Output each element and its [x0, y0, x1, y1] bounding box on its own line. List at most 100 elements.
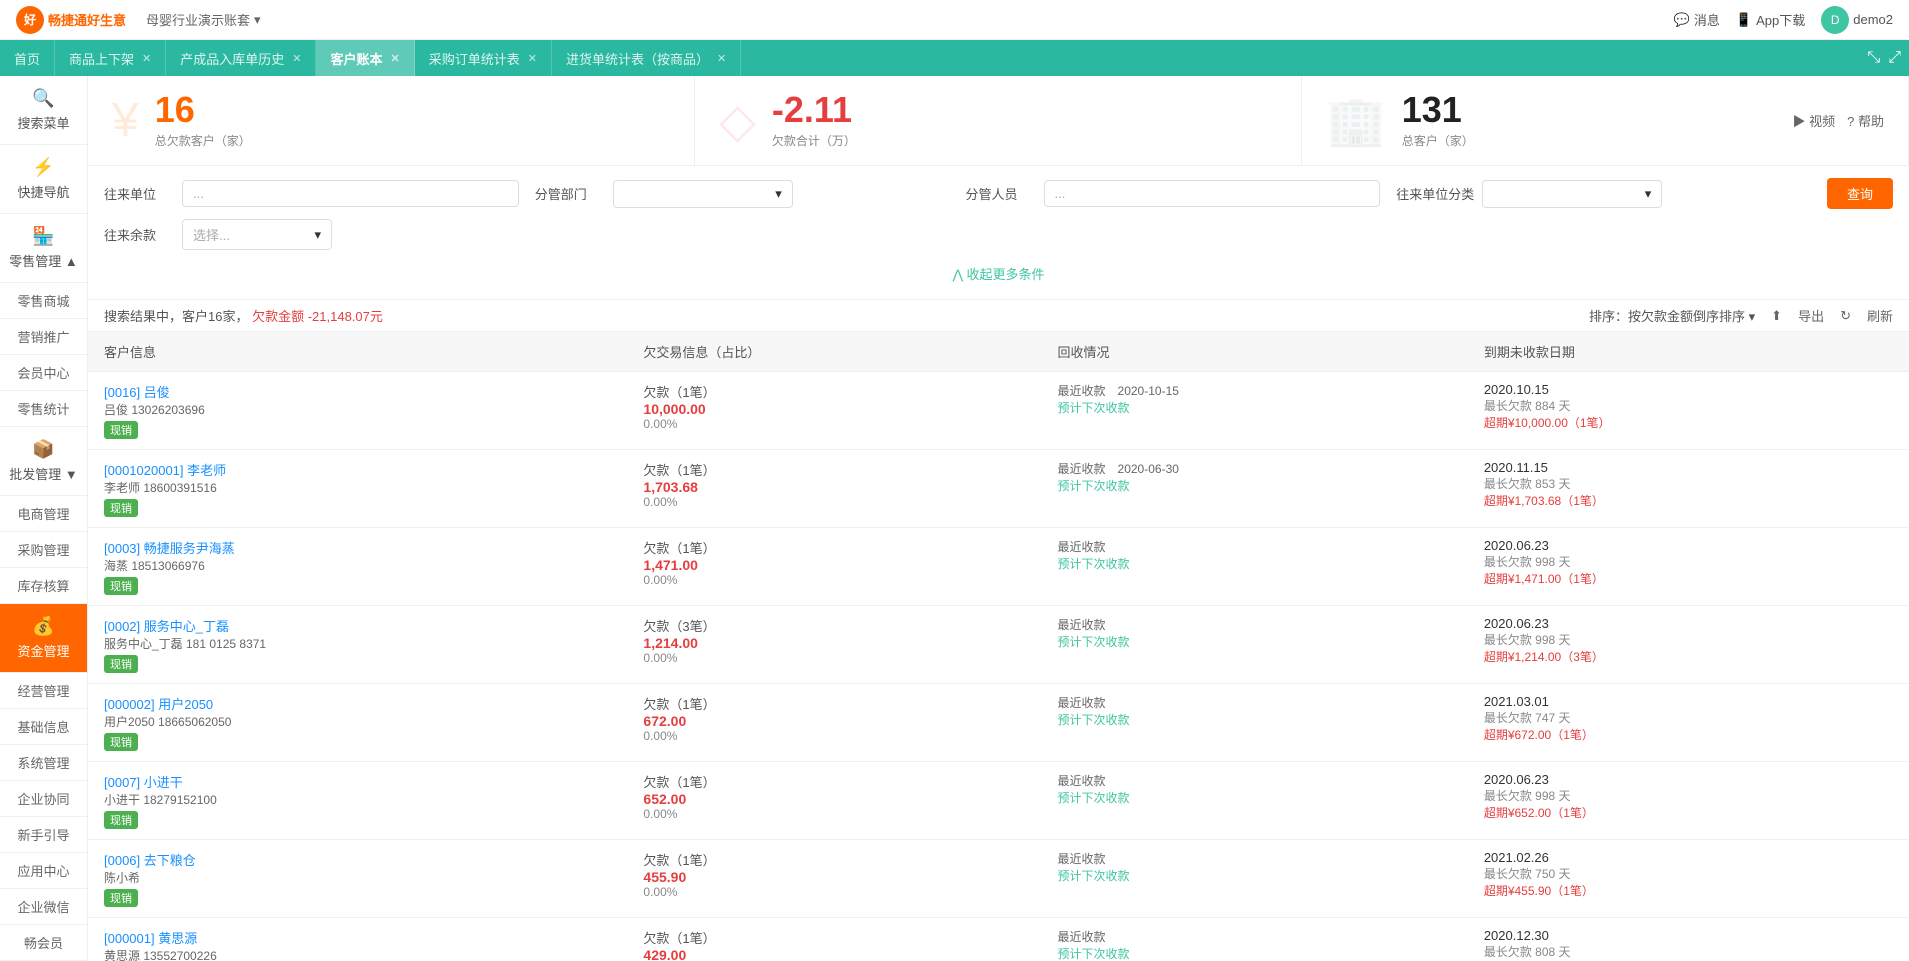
help-btn[interactable]: ? 帮助	[1847, 111, 1884, 130]
collect-status-cell-1: 最近收款 2020-06-30 预计下次收款	[1042, 450, 1468, 528]
sidebar-item-new-guide[interactable]: 新手引导	[0, 817, 87, 853]
overdue-amount-5[interactable]: 超期¥652.00（1笔）	[1484, 804, 1893, 821]
stat-debt-amount: ◇ -2.11 欠款合计（万）	[695, 76, 1302, 165]
table-container: 客户信息 欠交易信息（占比） 回收情况 到期未收款日期 [0016] 吕俊 吕俊…	[88, 332, 1909, 961]
customer-name-4[interactable]: 用户2050	[158, 697, 213, 712]
user-item[interactable]: D demo2	[1821, 6, 1893, 34]
sidebar-ecom-label: 电商管理	[17, 507, 69, 522]
person-placeholder: ...	[1055, 186, 1066, 201]
overdue-amount-3[interactable]: 超期¥1,214.00（3笔）	[1484, 648, 1893, 665]
video-btn[interactable]: ▶ 视频	[1793, 111, 1836, 130]
username: demo2	[1853, 12, 1893, 27]
sidebar-item-member[interactable]: 会员中心	[0, 355, 87, 391]
export-btn[interactable]: 导出	[1798, 306, 1824, 325]
sidebar-enterprise-wx-label: 企业微信	[17, 900, 69, 915]
customer-name-7[interactable]: 黄思源	[158, 931, 197, 946]
sidebar-item-retail-store[interactable]: 零售商城	[0, 283, 87, 319]
person-label: 分管人员	[966, 184, 1036, 203]
sort-label: 排序：按欠款金额倒序排序	[1589, 309, 1745, 324]
sort-select[interactable]: 排序：按欠款金额倒序排序 ▾	[1589, 306, 1755, 325]
from-unit-input[interactable]: ...	[182, 180, 519, 207]
sidebar-item-retail-stats[interactable]: 零售统计	[0, 391, 87, 427]
batch-mgmt-icon: 📦	[32, 439, 54, 460]
customer-tag-1: 现销	[104, 499, 138, 517]
tab-product-history-close[interactable]: ✕	[292, 52, 301, 65]
unit-category-select[interactable]: ▾	[1482, 180, 1662, 208]
sidebar-item-enterprise-wx[interactable]: 企业微信	[0, 889, 87, 925]
sidebar-item-marketing[interactable]: 营销推广	[0, 319, 87, 355]
debt-amount-4[interactable]: 672.00	[643, 713, 1025, 729]
customer-name-6[interactable]: 去下粮仓	[144, 853, 196, 868]
message-item[interactable]: 💬 消息	[1674, 10, 1720, 29]
collect-status-cell-4: 最近收款 预计下次收款	[1042, 684, 1468, 762]
sidebar-item-system[interactable]: 系统管理	[0, 745, 87, 781]
sidebar-item-purchase[interactable]: 采购管理	[0, 532, 87, 568]
table-row: [0016] 吕俊 吕俊 13026203696 现销 欠款（1笔） 10,00…	[88, 372, 1909, 450]
overdue-amount-4[interactable]: 超期¥672.00（1笔）	[1484, 726, 1893, 743]
tab-product-history[interactable]: 产成品入库单历史 ✕	[166, 40, 316, 76]
customer-name-2[interactable]: 畅捷服务尹海蒸	[144, 541, 235, 556]
customer-name-3[interactable]: 服务中心_丁磊	[144, 619, 229, 634]
remaining-select[interactable]: 选择... ▾	[182, 219, 332, 250]
customer-id-3: [0002]	[104, 619, 140, 634]
refresh-icon: ↻	[1840, 308, 1851, 324]
debt-amount-6[interactable]: 455.90	[643, 869, 1025, 885]
logo[interactable]: 好 畅捷通好生意	[16, 6, 126, 34]
debt-info-cell-6: 欠款（1笔） 455.90 0.00%	[627, 840, 1041, 918]
tab-purchase-stats[interactable]: 进货单统计表（按商品） ✕	[552, 40, 741, 76]
sidebar-app-center-label: 应用中心	[17, 864, 69, 879]
tab-product-shelf[interactable]: 商品上下架 ✕	[55, 40, 166, 76]
tab-purchase-order[interactable]: 采购订单统计表 ✕	[415, 40, 552, 76]
overdue-amount-2[interactable]: 超期¥1,471.00（1笔）	[1484, 570, 1893, 587]
customer-contact-5: 小进干 18279152100	[104, 791, 611, 808]
collect-status-cell-7: 最近收款 预计下次收款	[1042, 918, 1468, 961]
tab-product-shelf-close[interactable]: ✕	[142, 52, 151, 65]
sidebar-item-enterprise[interactable]: 企业协同	[0, 781, 87, 817]
overdue-amount-1[interactable]: 超期¥1,703.68（1笔）	[1484, 492, 1893, 509]
debt-amount-3[interactable]: 1,214.00	[643, 635, 1025, 651]
remaining-filter: 往来余款 选择... ▾	[104, 219, 1893, 250]
tab-minimize-icon[interactable]: ⤡	[1867, 49, 1880, 67]
sidebar-item-app-center[interactable]: 应用中心	[0, 853, 87, 889]
sidebar-item-retail-mgmt[interactable]: 🏪 零售管理 ▲	[0, 214, 87, 283]
overdue-date-0: 2020.10.15	[1484, 382, 1893, 397]
debt-customers-number: 16	[155, 92, 251, 128]
sidebar-item-search[interactable]: 🔍 搜索菜单	[0, 76, 87, 145]
debt-amount-0[interactable]: 10,000.00	[643, 401, 1025, 417]
content-area: ¥ 16 总欠款客户（家） ◇ -2.11 欠款合计（万） 🏢 131 总客户（…	[88, 76, 1909, 961]
sidebar-item-capital[interactable]: 💰 资金管理	[0, 604, 87, 673]
store-selector[interactable]: 母婴行业演示账套 ▾	[146, 10, 261, 29]
debt-amount-7[interactable]: 429.00	[643, 947, 1025, 961]
tab-customer-account[interactable]: 客户账本 ✕	[316, 40, 414, 76]
sidebar-item-vip[interactable]: 畅会员	[0, 925, 87, 961]
refresh-btn[interactable]: 刷新	[1867, 306, 1893, 325]
overdue-amount-0[interactable]: 超期¥10,000.00（1笔）	[1484, 414, 1893, 431]
debt-amount-5[interactable]: 652.00	[643, 791, 1025, 807]
tab-maximize-icon[interactable]: ⤢	[1888, 49, 1901, 67]
overdue-days-6: 最长欠款 750 天	[1484, 865, 1893, 882]
sidebar-item-quick-nav[interactable]: ⚡ 快捷导航	[0, 145, 87, 214]
sidebar-item-basic[interactable]: 基础信息	[0, 709, 87, 745]
sidebar-item-batch-mgmt[interactable]: 📦 批发管理 ▼	[0, 427, 87, 496]
tab-purchase-stats-close[interactable]: ✕	[717, 52, 726, 65]
sidebar-item-ecom[interactable]: 电商管理	[0, 496, 87, 532]
debt-amount-2[interactable]: 1,471.00	[643, 557, 1025, 573]
overdue-days-5: 最长欠款 998 天	[1484, 787, 1893, 804]
debt-amount-icon: ◇	[719, 93, 756, 149]
debt-amount-1[interactable]: 1,703.68	[643, 479, 1025, 495]
search-button[interactable]: 查询	[1827, 178, 1893, 209]
collapse-btn[interactable]: ⋀ 收起更多条件	[104, 260, 1893, 287]
customer-name-0[interactable]: 吕俊	[144, 385, 170, 400]
tab-home[interactable]: 首页	[0, 40, 55, 76]
app-download-item[interactable]: 📱 App下载	[1736, 10, 1805, 29]
customer-name-1[interactable]: 李老师	[187, 463, 226, 478]
dept-select[interactable]: ▾	[613, 180, 793, 208]
sidebar-item-ops[interactable]: 经营管理	[0, 673, 87, 709]
tab-purchase-order-close[interactable]: ✕	[528, 52, 537, 65]
person-input[interactable]: ...	[1044, 180, 1381, 207]
tab-customer-account-close[interactable]: ✕	[391, 52, 400, 65]
overdue-amount-6[interactable]: 超期¥455.90（1笔）	[1484, 882, 1893, 899]
table-header: 客户信息 欠交易信息（占比） 回收情况 到期未收款日期	[88, 332, 1909, 372]
customer-name-5[interactable]: 小进干	[144, 775, 183, 790]
sidebar-item-inventory[interactable]: 库存核算	[0, 568, 87, 604]
